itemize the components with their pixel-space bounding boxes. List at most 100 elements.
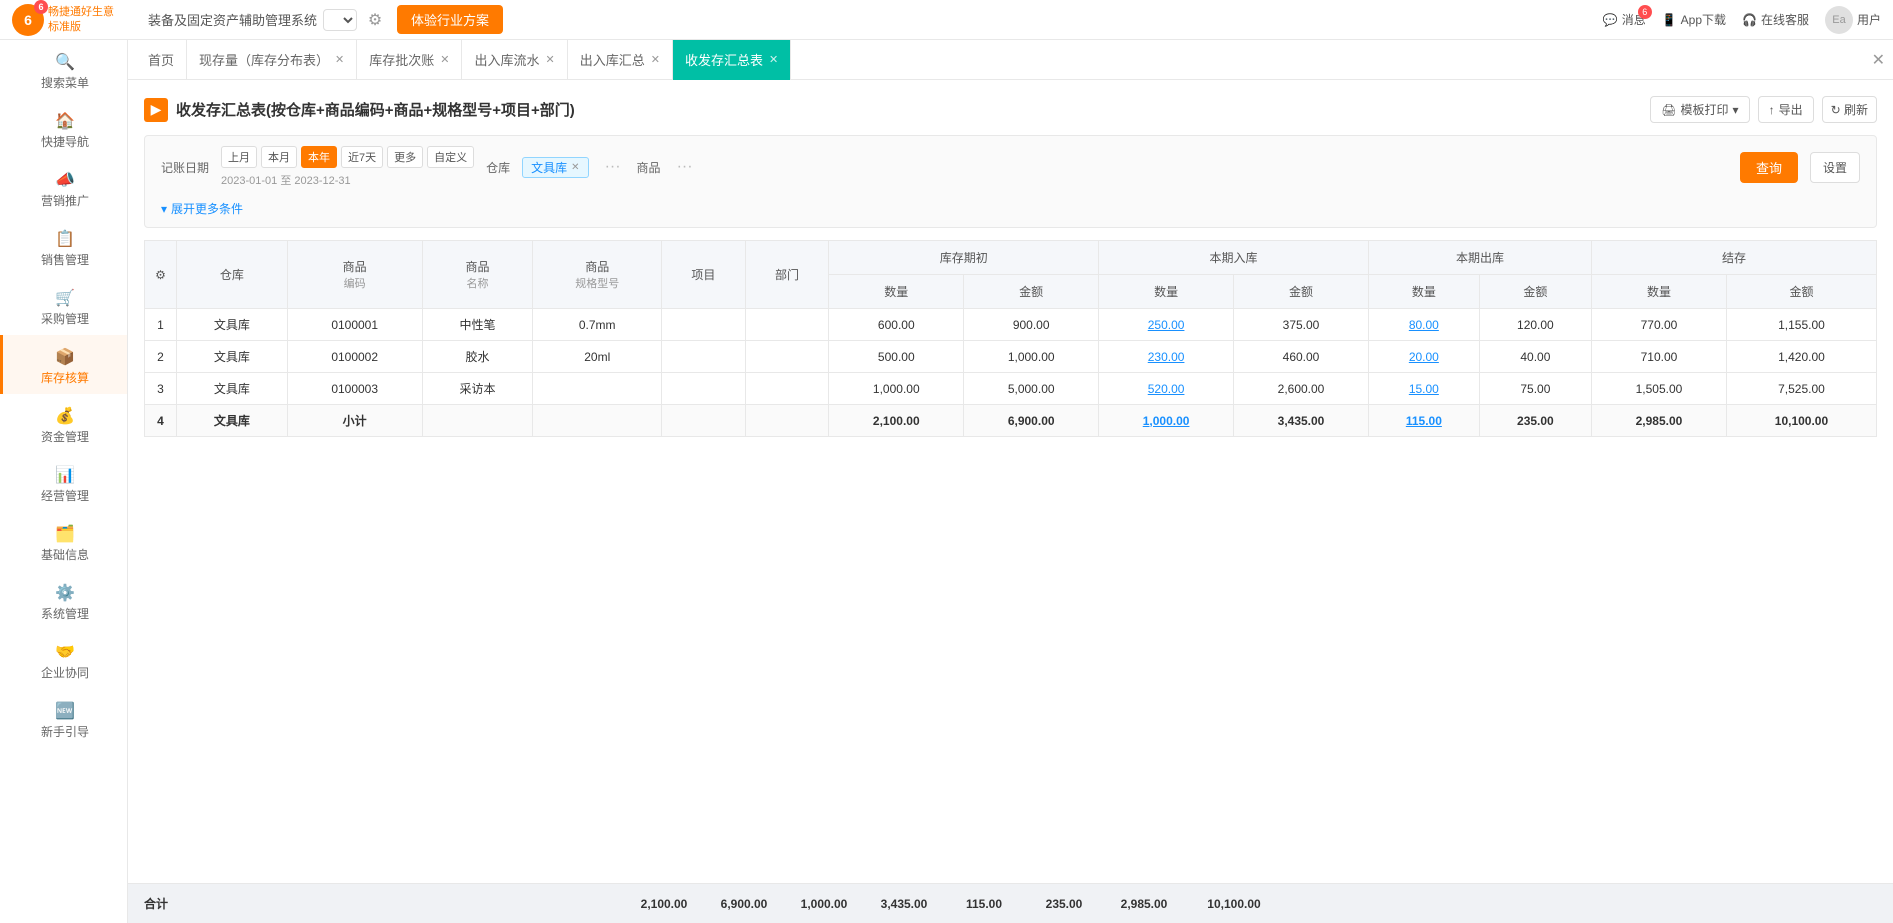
tab-home[interactable]: 首页: [136, 40, 187, 80]
row3-project: [662, 373, 746, 405]
system-selector[interactable]: [323, 9, 357, 31]
row1-warehouse: 文具库: [177, 309, 288, 341]
sidebar-item-search[interactable]: 🔍 搜索菜单: [0, 40, 127, 99]
query-button[interactable]: 查询: [1740, 152, 1798, 183]
table-row: 1 文具库 0100001 中性笔 0.7mm 600.00 900.00: [145, 309, 1877, 341]
sidebar-item-purchase[interactable]: 🛒 采购管理: [0, 276, 127, 335]
tab-inout-flow[interactable]: 出入库流水 ✕: [462, 40, 567, 80]
th-goods-spec: 商品规格型号: [533, 241, 662, 309]
home-icon: 🏠: [55, 111, 75, 131]
row1-close-qty: 770.00: [1592, 309, 1727, 341]
date-btn-more[interactable]: 更多: [387, 146, 423, 168]
row2-out-qty[interactable]: 20.00: [1368, 341, 1479, 373]
row2-spec: 20ml: [533, 341, 662, 373]
remove-warehouse-icon[interactable]: ✕: [571, 162, 579, 173]
online-service-item[interactable]: 🎧 在线客服: [1742, 11, 1809, 28]
row2-project: [662, 341, 746, 373]
close-tab-icon[interactable]: ✕: [440, 53, 449, 66]
th-in-qty: 数量: [1099, 275, 1234, 309]
row3-close-qty: 1,505.00: [1592, 373, 1727, 405]
subtotal-close-amt: 10,100.00: [1726, 405, 1876, 437]
row2-code: 0100002: [287, 341, 422, 373]
row2-in-qty[interactable]: 230.00: [1099, 341, 1234, 373]
sidebar-item-operations[interactable]: 📊 经营管理: [0, 453, 127, 512]
expand-icon: ▾: [161, 202, 167, 216]
row2-no: 2: [145, 341, 177, 373]
close-all-tabs-icon[interactable]: ✕: [1872, 50, 1885, 70]
th-in: 本期入库: [1099, 241, 1369, 275]
sidebar-item-inventory[interactable]: 📦 库存核算: [0, 335, 127, 394]
sidebar-item-quick-nav[interactable]: 🏠 快捷导航: [0, 99, 127, 158]
tab-inout-summary[interactable]: 出入库汇总 ✕: [568, 40, 673, 80]
sidebar-item-finance[interactable]: 💰 资金管理: [0, 394, 127, 453]
close-tab-icon[interactable]: ✕: [546, 53, 555, 66]
print-button[interactable]: 🖨 模板打印 ▾: [1650, 96, 1749, 123]
date-btn-this-month[interactable]: 本月: [261, 146, 297, 168]
refresh-icon: ↻: [1831, 103, 1841, 117]
th-settings[interactable]: ⚙: [145, 241, 177, 309]
table-row: 2 文具库 0100002 胶水 20ml 500.00 1,000.00: [145, 341, 1877, 373]
date-btn-custom[interactable]: 自定义: [427, 146, 474, 168]
date-btn-7days[interactable]: 近7天: [341, 146, 383, 168]
row2-warehouse: 文具库: [177, 341, 288, 373]
sidebar-item-sales[interactable]: 📋 销售管理: [0, 217, 127, 276]
page-title: 收发存汇总表(按仓库+商品编码+商品+规格型号+项目+部门): [176, 99, 575, 120]
chevron-icon: ▶: [151, 101, 162, 118]
row3-in-qty[interactable]: 520.00: [1099, 373, 1234, 405]
row1-out-qty[interactable]: 80.00: [1368, 309, 1479, 341]
subtotal-no: 4: [145, 405, 177, 437]
th-project: 项目: [662, 241, 746, 309]
sidebar-item-label: 系统管理: [41, 605, 89, 622]
try-button[interactable]: 体验行业方案: [397, 5, 503, 34]
total-label: 合计: [144, 895, 624, 912]
subtotal-in-qty[interactable]: 1,000.00: [1099, 405, 1234, 437]
user-item[interactable]: Ea 用户: [1825, 6, 1881, 34]
collapse-btn[interactable]: ▶: [144, 98, 168, 122]
table-container: ⚙ 仓库 商品编码 商品名称 商品规格型号 项目 部门 库存期初 本期入库: [144, 240, 1877, 437]
export-button[interactable]: ↑ 导出: [1758, 96, 1814, 123]
sidebar-item-label: 销售管理: [41, 251, 89, 268]
row1-in-qty[interactable]: 250.00: [1099, 309, 1234, 341]
row3-out-qty[interactable]: 15.00: [1368, 373, 1479, 405]
tab-recv-send[interactable]: 收发存汇总表 ✕: [673, 40, 791, 80]
subtotal-out-qty[interactable]: 115.00: [1368, 405, 1479, 437]
sidebar-item-label: 资金管理: [41, 428, 89, 445]
expand-conditions-btn[interactable]: ▾ 展开更多条件: [161, 200, 243, 217]
sidebar-item-system[interactable]: ⚙️ 系统管理: [0, 571, 127, 630]
close-tab-icon[interactable]: ✕: [335, 53, 344, 66]
tab-batch[interactable]: 库存批次账 ✕: [357, 40, 462, 80]
refresh-button[interactable]: ↻ 刷新: [1822, 96, 1877, 123]
operations-icon: 📊: [55, 465, 75, 485]
close-tab-icon[interactable]: ✕: [651, 53, 660, 66]
dropdown-icon: ▾: [1733, 103, 1739, 117]
row3-in-amt: 2,600.00: [1234, 373, 1369, 405]
app-download-item[interactable]: 📱 App下载: [1662, 11, 1726, 28]
subtotal-in-amt: 3,435.00: [1234, 405, 1369, 437]
total-open-qty: 2,100.00: [624, 897, 704, 911]
tab-inventory-dist[interactable]: 现存量（库存分布表） ✕: [187, 40, 357, 80]
marketing-icon: 📣: [55, 170, 75, 190]
goods-label: 商品: [637, 159, 661, 176]
subtotal-project: [662, 405, 746, 437]
sidebar-item-marketing[interactable]: 📣 营销推广: [0, 158, 127, 217]
sidebar-item-guide[interactable]: 🆕 新手引导: [0, 689, 127, 748]
sidebar-item-basic[interactable]: 🗂️ 基础信息: [0, 512, 127, 571]
warehouse-more-icon[interactable]: ···: [601, 158, 625, 176]
th-out-amt: 金额: [1479, 275, 1591, 309]
sidebar-item-label: 快捷导航: [41, 133, 89, 150]
th-out-qty: 数量: [1368, 275, 1479, 309]
total-open-amt: 6,900.00: [704, 897, 784, 911]
gear-button[interactable]: ⚙: [361, 6, 389, 34]
sidebar-item-label: 经营管理: [41, 487, 89, 504]
setting-button[interactable]: 设置: [1810, 152, 1860, 183]
message-item[interactable]: 💬 消息 6: [1603, 11, 1646, 28]
headset-icon: 🎧: [1742, 13, 1757, 27]
search-icon: 🔍: [55, 52, 75, 72]
expand-row: ▾ 展开更多条件: [161, 194, 1860, 217]
sidebar-item-enterprise[interactable]: 🤝 企业协同: [0, 630, 127, 689]
date-btn-prev-month[interactable]: 上月: [221, 146, 257, 168]
date-btn-this-year[interactable]: 本年: [301, 146, 337, 168]
goods-more-icon[interactable]: ···: [673, 158, 697, 176]
table-row: 3 文具库 0100003 采访本 1,000.00 5,000.00: [145, 373, 1877, 405]
close-tab-icon[interactable]: ✕: [769, 53, 778, 66]
